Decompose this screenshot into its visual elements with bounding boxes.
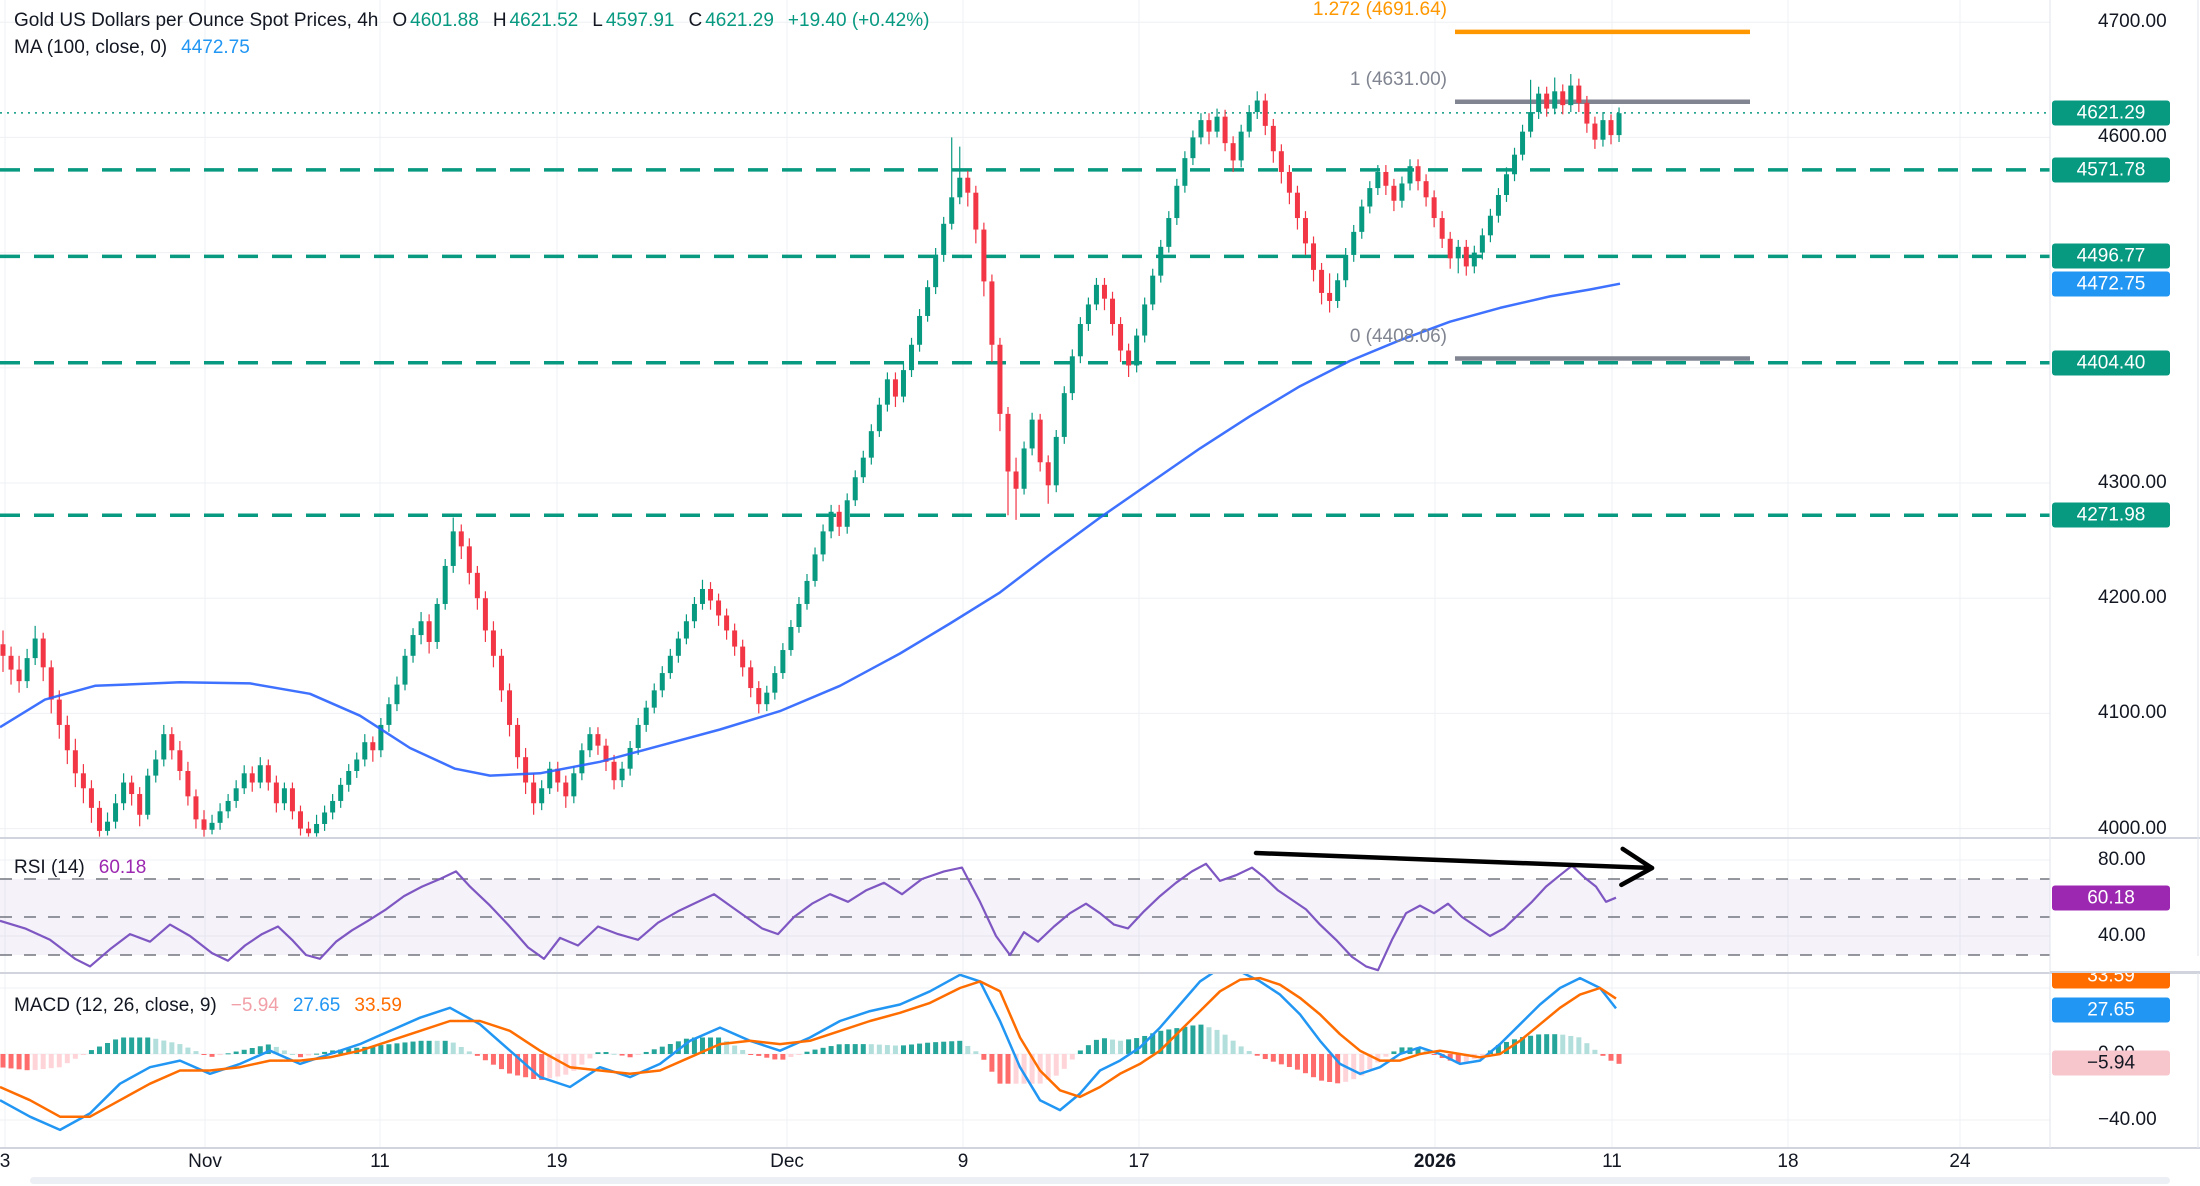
axis-price-badge: 4496.77: [2052, 244, 2170, 269]
time-axis-label: 9: [958, 1151, 969, 1173]
time-axis-label: 11: [370, 1151, 390, 1173]
rsi-label: RSI (14): [14, 857, 85, 879]
macd-signal-value: 33.59: [354, 995, 402, 1017]
rsi-legend: RSI (14) 60.18: [14, 857, 146, 879]
time-axis-label: Nov: [188, 1151, 222, 1173]
ohlc-open: O4601.88: [392, 10, 478, 32]
change-value: +19.40 (+0.42%): [788, 10, 930, 32]
fib-level-label[interactable]: 1.272 (4691.64): [1313, 0, 1447, 21]
price-axis-label: 4200.00: [2098, 587, 2167, 609]
ohlc-high: H4621.52: [493, 10, 578, 32]
price-axis-label: 4300.00: [2098, 472, 2167, 494]
time-axis-label: 24: [1949, 1151, 1970, 1173]
pane-separator: [2050, 971, 2200, 973]
macd-label: MACD (12, 26, close, 9): [14, 995, 217, 1017]
price-axis-label: 4700.00: [2098, 11, 2167, 33]
time-axis-label: Dec: [770, 1151, 804, 1173]
price-axis-label: −40.00: [2098, 1109, 2157, 1131]
ohlc-close: C4621.29: [689, 10, 774, 32]
price-axis-label: 4000.00: [2098, 818, 2167, 840]
time-axis-label: 3: [0, 1151, 10, 1173]
price-axis-label: 4100.00: [2098, 702, 2167, 724]
symbol-title: Gold US Dollars per Ounce Spot Prices, 4…: [14, 10, 378, 32]
rsi-value: 60.18: [99, 857, 147, 879]
axis-price-badge: 4621.29: [2052, 101, 2170, 126]
ma-legend: MA (100, close, 0) 4472.75: [14, 37, 250, 59]
horizontal-scrollbar[interactable]: [30, 1177, 2170, 1184]
price-axis-label: 4600.00: [2098, 126, 2167, 148]
tradingview-chart: Gold US Dollars per Ounce Spot Prices, 4…: [0, 0, 2200, 1186]
macd-line-value: 27.65: [293, 995, 341, 1017]
axis-clip-patch: [2051, 956, 2199, 972]
axis-price-badge: 27.65: [2052, 998, 2170, 1023]
macd-hist-value: −5.94: [231, 995, 279, 1017]
axis-price-badge: 4571.78: [2052, 158, 2170, 183]
macd-legend: MACD (12, 26, close, 9) −5.94 27.65 33.5…: [14, 995, 402, 1017]
ma-label: MA (100, close, 0): [14, 37, 167, 59]
time-axis-label: 17: [1128, 1151, 1149, 1173]
ma-value: 4472.75: [181, 37, 250, 59]
fib-level-label[interactable]: 1 (4631.00): [1350, 69, 1447, 91]
axis-price-badge: 60.18: [2052, 886, 2170, 911]
price-axis-label: 80.00: [2098, 849, 2146, 871]
time-axis-label: 18: [1777, 1151, 1798, 1173]
ohlc-low: L4597.91: [592, 10, 674, 32]
price-axis-label: 40.00: [2098, 925, 2146, 947]
axis-price-badge: 4472.75: [2052, 272, 2170, 297]
time-axis-label: 11: [1602, 1151, 1622, 1173]
main-legend: Gold US Dollars per Ounce Spot Prices, 4…: [14, 10, 929, 32]
fib-level-label[interactable]: 0 (4408.06): [1350, 326, 1447, 348]
time-axis-label: 2026: [1414, 1151, 1456, 1173]
axis-price-badge: −5.94: [2052, 1051, 2170, 1076]
axis-price-badge: 4404.40: [2052, 351, 2170, 376]
time-axis-label: 19: [546, 1151, 567, 1173]
axis-price-badge: 4271.98: [2052, 503, 2170, 528]
